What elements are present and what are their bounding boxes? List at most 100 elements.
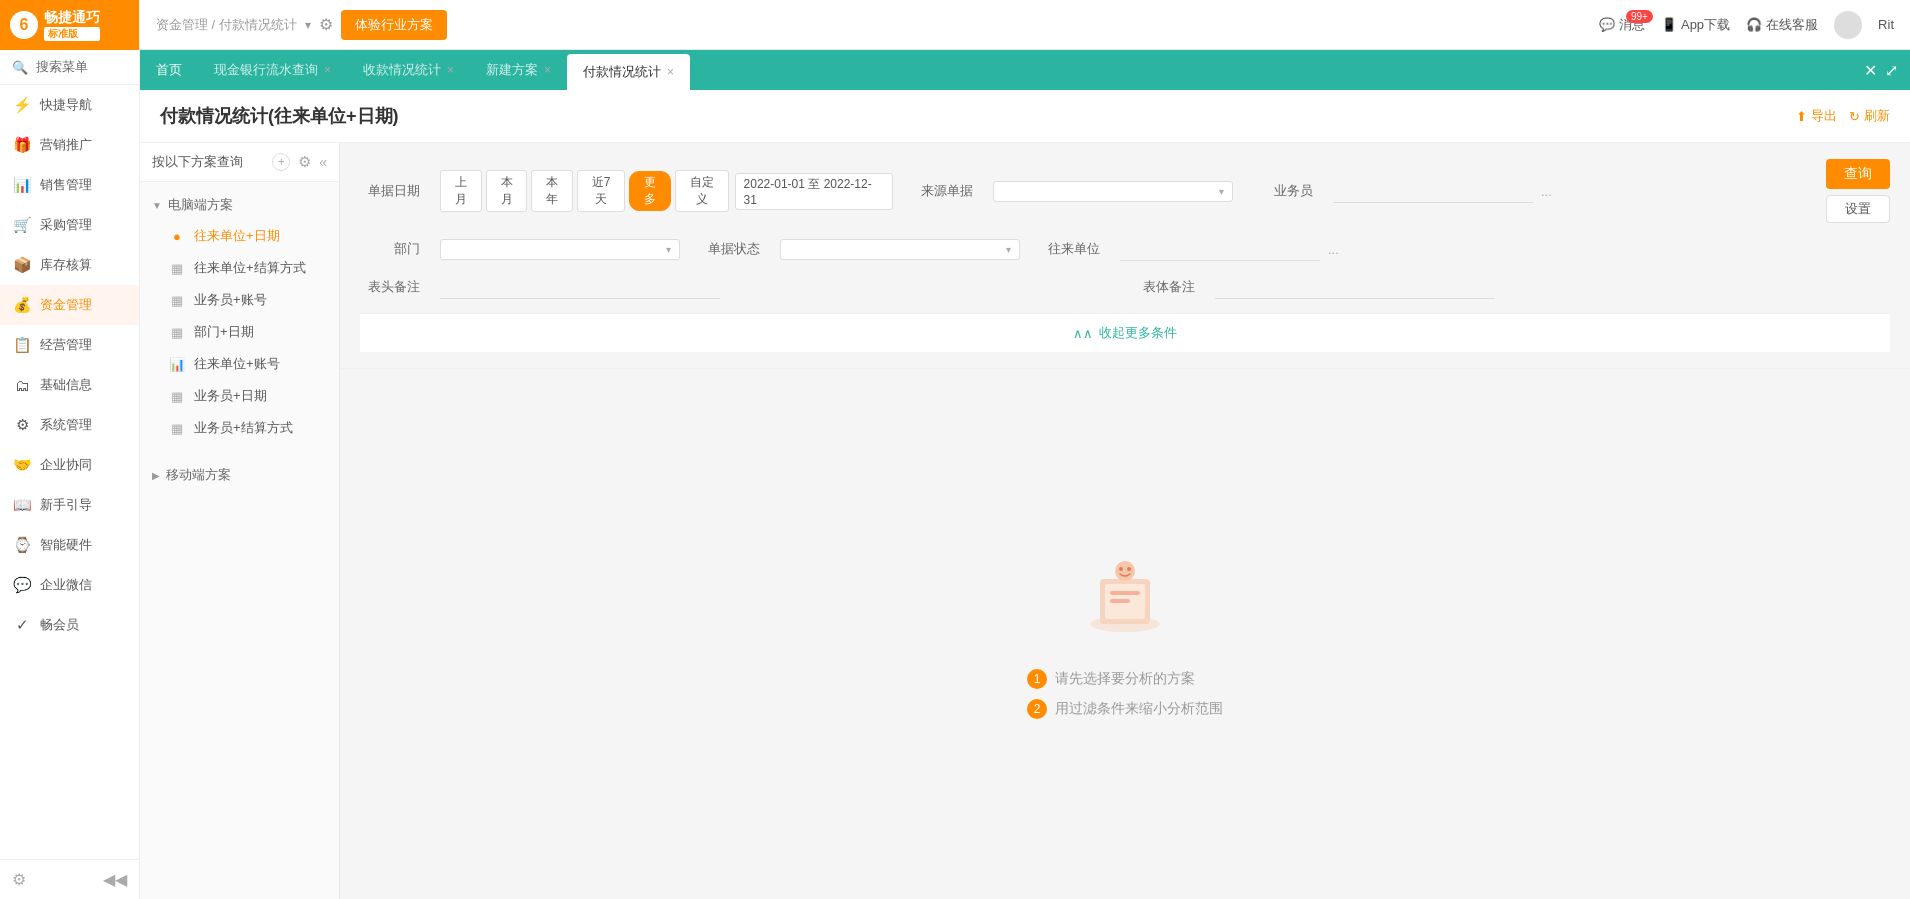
scheme-settings-icon[interactable]: ⚙ bbox=[298, 153, 311, 171]
empty-tip-1: 1 请先选择要分析的方案 bbox=[1027, 669, 1223, 689]
user-avatar[interactable] bbox=[1834, 11, 1862, 39]
app-download-btn[interactable]: 📱 App下载 bbox=[1661, 16, 1730, 34]
sidebar-item-quick-nav[interactable]: ⚡ 快捷导航 bbox=[0, 85, 139, 125]
close-all-tabs-icon[interactable]: ✕ bbox=[1864, 61, 1877, 80]
sidebar-item-marketing[interactable]: 🎁 营销推广 bbox=[0, 125, 139, 165]
date-range-display[interactable]: 2022-01-01 至 2022-12-31 bbox=[735, 173, 893, 210]
dept-select[interactable]: ▾ bbox=[440, 239, 680, 260]
tab-payment-label: 付款情况统计 bbox=[583, 63, 661, 81]
date-btn-last-month[interactable]: 上月 bbox=[440, 170, 482, 212]
scheme-item-dept-date[interactable]: ▦ 部门+日期 bbox=[140, 316, 339, 348]
sidebar-label-finance: 资金管理 bbox=[40, 296, 92, 314]
date-btn-this-year[interactable]: 本年 bbox=[531, 170, 573, 212]
salesman-dots[interactable]: ... bbox=[1541, 184, 1552, 199]
message-btn[interactable]: 💬 消息 99+ bbox=[1599, 16, 1645, 34]
dropdown-arrow-icon[interactable]: ▾ bbox=[305, 18, 311, 32]
source-select-arrow-icon: ▾ bbox=[1219, 186, 1224, 197]
empty-tips: 1 请先选择要分析的方案 2 用过滤条件来缩小分析范围 bbox=[1027, 669, 1223, 719]
date-btn-more[interactable]: 更多 bbox=[629, 171, 671, 211]
sidebar-item-purchase[interactable]: 🛒 采购管理 bbox=[0, 205, 139, 245]
tab-bar: 首页 现金银行流水查询 × 收款情况统计 × 新建方案 × 付款情况统计 × ✕… bbox=[140, 50, 1910, 90]
online-service-btn[interactable]: 🎧 在线客服 bbox=[1746, 16, 1818, 34]
scheme-group-mobile: ▶ 移动端方案 bbox=[140, 452, 339, 498]
scheme-item-salesman-date-label: 业务员+日期 bbox=[194, 387, 267, 405]
topbar-settings-icon[interactable]: ⚙ bbox=[319, 15, 333, 34]
refresh-label: 刷新 bbox=[1864, 107, 1890, 125]
scheme-group-mobile-title[interactable]: ▶ 移动端方案 bbox=[140, 460, 339, 490]
scheme-panel-header: 按以下方案查询 + ⚙ « bbox=[140, 143, 339, 182]
scheme-panel-actions: + ⚙ « bbox=[272, 153, 327, 171]
empty-state: 1 请先选择要分析的方案 2 用过滤条件来缩小分析范围 bbox=[340, 369, 1910, 899]
sidebar-item-sales[interactable]: 📊 销售管理 bbox=[0, 165, 139, 205]
breadcrumb: 资金管理 / 付款情况统计 bbox=[156, 16, 297, 34]
salesman-input[interactable] bbox=[1333, 179, 1533, 203]
hardware-icon: ⌚ bbox=[12, 535, 32, 555]
quick-nav-icon: ⚡ bbox=[12, 95, 32, 115]
sidebar-label-wechat: 企业微信 bbox=[40, 576, 92, 594]
scheme-item-unit-account[interactable]: 📊 往来单位+账号 bbox=[140, 348, 339, 380]
tip-num-2: 2 bbox=[1027, 699, 1047, 719]
tab-payment[interactable]: 付款情况统计 × bbox=[567, 54, 690, 90]
sidebar-bottom: ⚙ ◀◀ bbox=[0, 859, 139, 899]
sidebar-item-vip[interactable]: ✓ 畅会员 bbox=[0, 605, 139, 645]
tab-receipt-close-icon[interactable]: × bbox=[447, 63, 454, 77]
doc-status-select[interactable]: ▾ bbox=[780, 239, 1020, 260]
collapse-filters-btn[interactable]: ∧∧ 收起更多条件 bbox=[360, 313, 1890, 352]
collapse-scheme-panel-icon[interactable]: « bbox=[319, 154, 327, 170]
query-btn[interactable]: 查询 bbox=[1826, 159, 1890, 189]
tab-home[interactable]: 首页 bbox=[140, 50, 198, 90]
service-label: 在线客服 bbox=[1766, 16, 1818, 34]
scheme-item-salesman-date[interactable]: ▦ 业务员+日期 bbox=[140, 380, 339, 412]
export-btn[interactable]: ⬆ 导出 bbox=[1796, 107, 1837, 125]
sidebar-label-basic-info: 基础信息 bbox=[40, 376, 92, 394]
sidebar-item-corp-collab[interactable]: 🤝 企业协同 bbox=[0, 445, 139, 485]
sidebar: 6 畅捷通巧 标准版 🔍 搜索菜单 ⚡ 快捷导航 🎁 营销推广 📊 销售管理 🛒… bbox=[0, 0, 140, 899]
topbar-right: 💬 消息 99+ 📱 App下载 🎧 在线客服 Rit bbox=[1599, 11, 1894, 39]
refresh-btn[interactable]: ↻ 刷新 bbox=[1849, 107, 1890, 125]
tab-receipt[interactable]: 收款情况统计 × bbox=[347, 50, 470, 90]
tab-new-scheme[interactable]: 新建方案 × bbox=[470, 50, 567, 90]
tab-payment-close-icon[interactable]: × bbox=[667, 65, 674, 79]
add-scheme-btn[interactable]: + bbox=[272, 153, 290, 171]
scheme-item-salesman-account[interactable]: ▦ 业务员+账号 bbox=[140, 284, 339, 316]
search-menu[interactable]: 🔍 搜索菜单 bbox=[0, 50, 139, 85]
header-note-input[interactable] bbox=[440, 275, 720, 299]
source-select[interactable]: ▾ bbox=[993, 181, 1233, 202]
scheme-item-unit-settle[interactable]: ▦ 往来单位+结算方式 bbox=[140, 252, 339, 284]
date-btn-this-month[interactable]: 本月 bbox=[486, 170, 528, 212]
date-btn-7days[interactable]: 近7天 bbox=[577, 170, 625, 212]
sidebar-item-wechat[interactable]: 💬 企业微信 bbox=[0, 565, 139, 605]
sidebar-item-inventory[interactable]: 📦 库存核算 bbox=[0, 245, 139, 285]
date-buttons: 上月 本月 本年 近7天 更多 自定义 bbox=[440, 170, 729, 212]
scheme-group-pc-title[interactable]: ▼ 电脑端方案 bbox=[140, 190, 339, 220]
sidebar-item-hardware[interactable]: ⌚ 智能硬件 bbox=[0, 525, 139, 565]
collapse-sidebar-icon[interactable]: ◀◀ bbox=[103, 870, 127, 889]
partner-input[interactable] bbox=[1120, 237, 1320, 261]
sidebar-item-sys-mgmt[interactable]: ⚙ 系统管理 bbox=[0, 405, 139, 445]
sidebar-item-guide[interactable]: 📖 新手引导 bbox=[0, 485, 139, 525]
expand-tab-icon[interactable]: ⤢ bbox=[1885, 61, 1898, 80]
tab-bank[interactable]: 现金银行流水查询 × bbox=[198, 50, 347, 90]
filter-settings-btn[interactable]: 设置 bbox=[1826, 195, 1890, 223]
scheme-group-pc: ▼ 电脑端方案 ● 往来单位+日期 ▦ 往来单位+结算方式 ▦ 业务员+账号 ▦ bbox=[140, 182, 339, 452]
sidebar-item-basic-info[interactable]: 🗂 基础信息 bbox=[0, 365, 139, 405]
marketing-icon: 🎁 bbox=[12, 135, 32, 155]
main-area: 资金管理 / 付款情况统计 ▾ ⚙ 体验行业方案 💬 消息 99+ 📱 App下… bbox=[140, 0, 1910, 899]
collapse-label: 收起更多条件 bbox=[1099, 324, 1177, 342]
settings-bottom-icon[interactable]: ⚙ bbox=[12, 870, 26, 889]
partner-dots[interactable]: ... bbox=[1328, 242, 1339, 257]
sidebar-item-finance[interactable]: 💰 资金管理 bbox=[0, 285, 139, 325]
scheme-item-salesman-settle[interactable]: ▦ 业务员+结算方式 bbox=[140, 412, 339, 444]
sidebar-label-vip: 畅会员 bbox=[40, 616, 79, 634]
purchase-icon: 🛒 bbox=[12, 215, 32, 235]
date-btn-custom[interactable]: 自定义 bbox=[675, 170, 729, 212]
tip-text-2: 用过滤条件来缩小分析范围 bbox=[1055, 700, 1223, 718]
tab-new-scheme-close-icon[interactable]: × bbox=[544, 63, 551, 77]
tab-bank-close-icon[interactable]: × bbox=[324, 63, 331, 77]
scheme-item-unit-date[interactable]: ● 往来单位+日期 bbox=[140, 220, 339, 252]
sidebar-item-operations[interactable]: 📋 经营管理 bbox=[0, 325, 139, 365]
filter-results-area: 单据日期 上月 本月 本年 近7天 更多 自定义 2022-01-01 至 20… bbox=[340, 143, 1910, 899]
tabs-right-actions: ✕ ⤢ bbox=[1864, 61, 1910, 80]
trial-btn[interactable]: 体验行业方案 bbox=[341, 10, 447, 40]
body-note-input[interactable] bbox=[1215, 275, 1495, 299]
